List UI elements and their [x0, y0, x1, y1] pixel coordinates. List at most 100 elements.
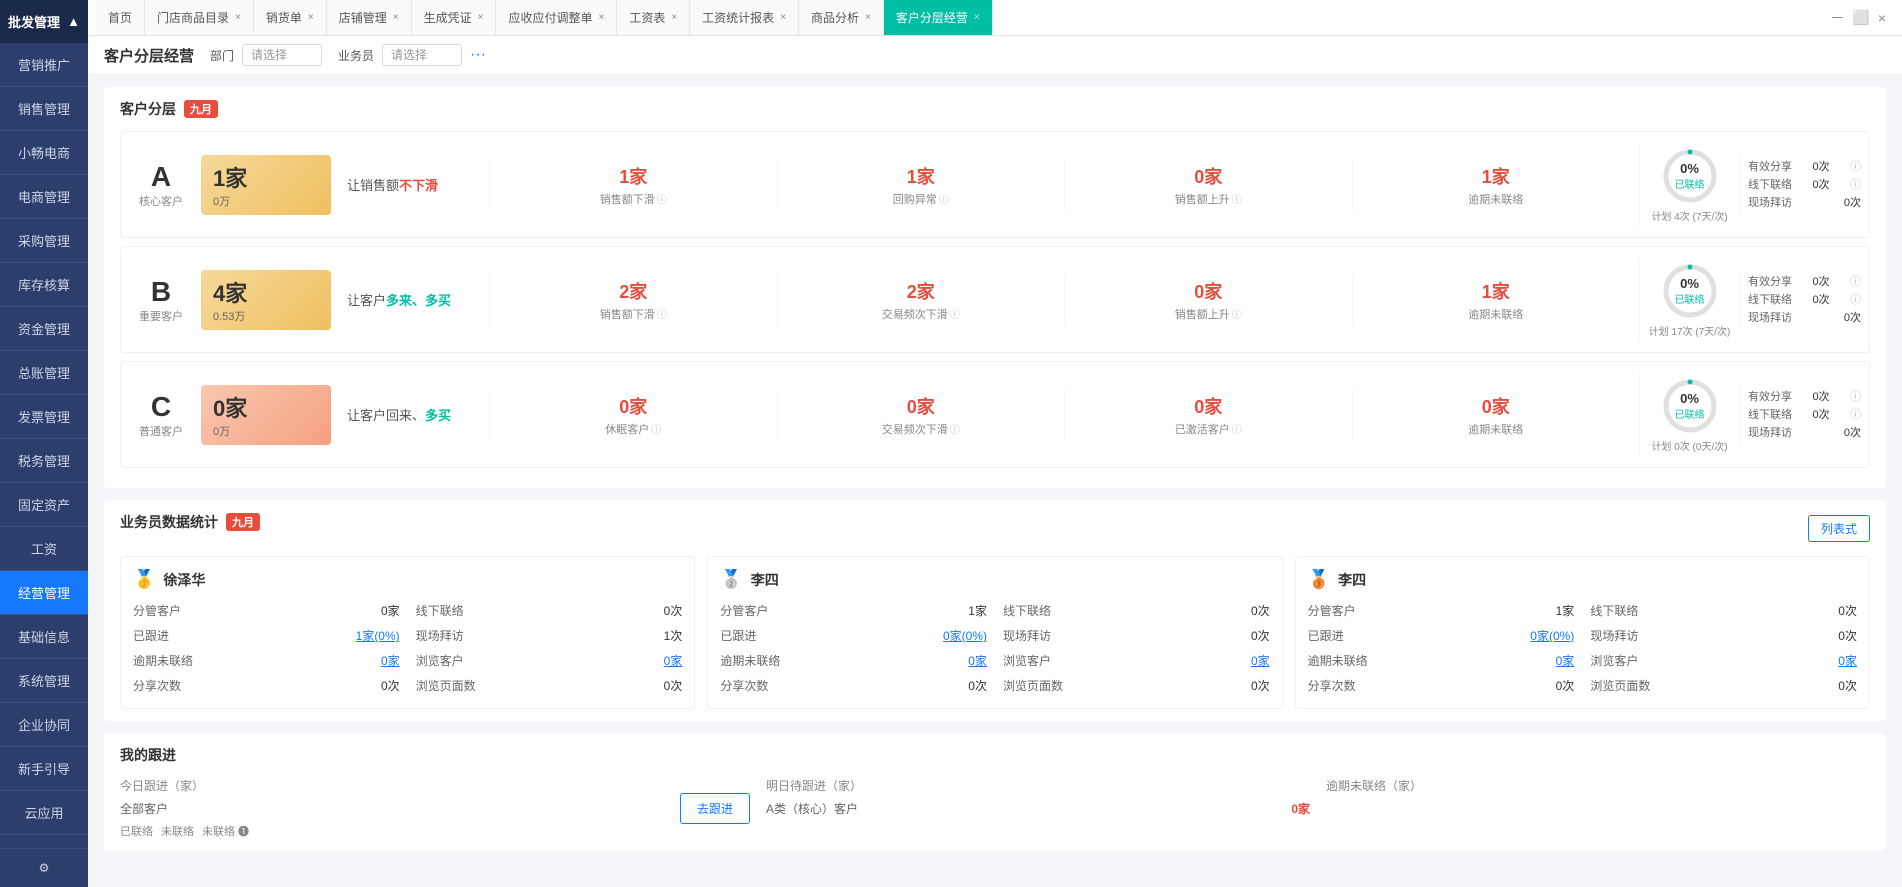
- staff-label: 业务员: [338, 47, 374, 64]
- tab-close-icon[interactable]: ×: [780, 12, 786, 23]
- go-follow-button[interactable]: 去跟进: [680, 793, 750, 824]
- tab-product-analysis[interactable]: 商品分析 ×: [799, 0, 884, 36]
- tab-close-icon[interactable]: ×: [393, 12, 399, 23]
- metric-num[interactable]: 0家: [498, 393, 769, 419]
- sidebar-item-finance[interactable]: 资金管理: [0, 307, 88, 351]
- list-view-button[interactable]: 列表式: [1808, 515, 1870, 542]
- tab-store-products[interactable]: 门店商品目录 ×: [145, 0, 254, 36]
- staff-stat-row: 现场拜访 0次: [1590, 625, 1857, 646]
- sidebar-item-assets[interactable]: 固定资产: [0, 483, 88, 527]
- tab-close-icon[interactable]: ×: [308, 12, 314, 23]
- tab-close-all-icon[interactable]: ×: [1878, 10, 1886, 26]
- sidebar-header[interactable]: 批发管理 ▲: [0, 0, 88, 43]
- tab-close-icon[interactable]: ×: [235, 12, 241, 23]
- sidebar-item-collab[interactable]: 企业协同: [0, 703, 88, 747]
- follow-tomorrow-col: 明日待跟进（家） A类（核心）客户 0家: [766, 777, 1310, 819]
- info-icon[interactable]: ⓘ: [657, 306, 667, 321]
- stat-val-link[interactable]: 0家: [1838, 652, 1857, 669]
- tab-customer-tier[interactable]: 客户分层经营 ×: [884, 0, 993, 36]
- info-icon[interactable]: ⓘ: [939, 191, 949, 206]
- tab-close-icon[interactable]: ×: [671, 12, 677, 23]
- metric-num[interactable]: 1家: [498, 163, 769, 189]
- info-icon[interactable]: ⓘ: [950, 306, 960, 321]
- stat-val-link[interactable]: 0家: [664, 652, 683, 669]
- tab-voucher[interactable]: 生成凭证 ×: [412, 0, 497, 36]
- sidebar-item-system[interactable]: 系统管理: [0, 659, 88, 703]
- stat-val-link[interactable]: 0家: [381, 652, 400, 669]
- sidebar-toggle-icon[interactable]: ▲: [67, 14, 80, 29]
- sidebar-item-cloud[interactable]: 云应用: [0, 791, 88, 835]
- info-icon[interactable]: ⓘ: [950, 421, 960, 436]
- stat-val-link[interactable]: 0家(0%): [943, 627, 987, 644]
- sidebar-item-marketing[interactable]: 营销推广: [0, 43, 88, 87]
- follow-uncontacted-label: 未联络 ❶: [202, 823, 249, 839]
- sidebar-item-ecommerce[interactable]: 电商管理: [0, 175, 88, 219]
- metric-num[interactable]: 0家: [786, 393, 1057, 419]
- tab-sales-order[interactable]: 销货单 ×: [254, 0, 327, 36]
- sidebar-item-sales[interactable]: 销售管理: [0, 87, 88, 131]
- metric-num[interactable]: 1家: [786, 163, 1057, 189]
- sidebar-item-basic[interactable]: 基础信息: [0, 615, 88, 659]
- stat-val-link[interactable]: 1家(0%): [356, 627, 400, 644]
- metric-num[interactable]: 1家: [1361, 163, 1632, 189]
- stat-val-link[interactable]: 0家: [1556, 652, 1575, 669]
- metric-num[interactable]: 0家: [1073, 393, 1344, 419]
- stat-val-link[interactable]: 0家(0%): [1530, 627, 1574, 644]
- stat-val-link[interactable]: 0家: [1251, 652, 1270, 669]
- sidebar-item-payroll[interactable]: 工资: [0, 527, 88, 571]
- staff-stat-row: 浏览页面数 0次: [416, 675, 683, 696]
- tab-close-icon[interactable]: ×: [865, 12, 871, 23]
- sidebar-item-ecommerce-small[interactable]: 小畅电商: [0, 131, 88, 175]
- info-icon[interactable]: ⓘ: [1850, 273, 1861, 289]
- tab-close-icon[interactable]: ×: [478, 12, 484, 23]
- metric-num[interactable]: 2家: [786, 278, 1057, 304]
- metric-num[interactable]: 0家: [1073, 278, 1344, 304]
- tab-label: 门店商品目录: [157, 9, 229, 26]
- metric-num[interactable]: 1家: [1361, 278, 1632, 304]
- tab-home[interactable]: 首页: [96, 0, 145, 36]
- tab-payroll-report[interactable]: 工资统计报表 ×: [690, 0, 799, 36]
- tab-close-icon[interactable]: ×: [974, 12, 980, 23]
- tab-maximize-icon[interactable]: ⬜: [1852, 9, 1869, 26]
- info-icon[interactable]: ⓘ: [1850, 158, 1861, 174]
- info-icon[interactable]: ⓘ: [1232, 191, 1242, 206]
- staff-select[interactable]: 请选择: [382, 44, 462, 66]
- info-icon[interactable]: ⓘ: [1850, 406, 1861, 422]
- stat-val: 0次: [664, 677, 683, 694]
- tab-payroll-table[interactable]: 工资表 ×: [617, 0, 690, 36]
- sidebar-item-ledger[interactable]: 总账管理: [0, 351, 88, 395]
- sidebar-item-invoice[interactable]: 发票管理: [0, 395, 88, 439]
- sidebar-item-label: 企业协同: [18, 718, 70, 733]
- tab-close-icon[interactable]: ×: [598, 12, 604, 23]
- info-icon[interactable]: ⓘ: [1232, 306, 1242, 321]
- dept-select[interactable]: 请选择: [242, 44, 322, 66]
- info-icon[interactable]: ⓘ: [1232, 421, 1242, 436]
- customer-tier-title: 客户分层 九月: [120, 99, 1870, 119]
- info-icon[interactable]: ⓘ: [1850, 176, 1861, 192]
- metric-num[interactable]: 2家: [498, 278, 769, 304]
- sidebar-item-guide[interactable]: 新手引导: [0, 747, 88, 791]
- tab-store-mgmt[interactable]: 店铺管理 ×: [327, 0, 412, 36]
- staff-stat-row: 逾期未联络 0家: [1308, 650, 1575, 671]
- stat-val: 1次: [664, 627, 683, 644]
- info-icon[interactable]: ⓘ: [1850, 388, 1861, 404]
- sidebar-item-purchase[interactable]: 采购管理: [0, 219, 88, 263]
- sidebar-settings[interactable]: ⚙: [0, 848, 88, 887]
- info-icon[interactable]: ⓘ: [651, 421, 661, 436]
- sidebar-item-inventory[interactable]: 库存核算: [0, 263, 88, 307]
- tab-label: 客户分层经营: [896, 9, 968, 26]
- metric-num[interactable]: 0家: [1361, 393, 1632, 419]
- info-icon[interactable]: ⓘ: [1850, 291, 1861, 307]
- follow-tomorrow-row: A类（核心）客户 0家: [766, 798, 1310, 819]
- more-filters-icon[interactable]: ···: [470, 46, 486, 64]
- metric-num[interactable]: 0家: [1073, 163, 1344, 189]
- tab-ar-ap[interactable]: 应收应付调整单 ×: [496, 0, 617, 36]
- sidebar-item-tax[interactable]: 税务管理: [0, 439, 88, 483]
- tab-minimize-icon[interactable]: －: [1830, 8, 1844, 28]
- stat-label: 浏览页面数: [416, 677, 476, 694]
- follow-section: 我的跟进 今日跟进（家） 全部客户 已联络 未联络 未联络 ❶: [104, 733, 1886, 851]
- stat-val: 0次: [1844, 309, 1861, 325]
- info-icon[interactable]: ⓘ: [657, 191, 667, 206]
- stat-val-link[interactable]: 0家: [968, 652, 987, 669]
- sidebar-item-management[interactable]: 经营管理: [0, 571, 88, 615]
